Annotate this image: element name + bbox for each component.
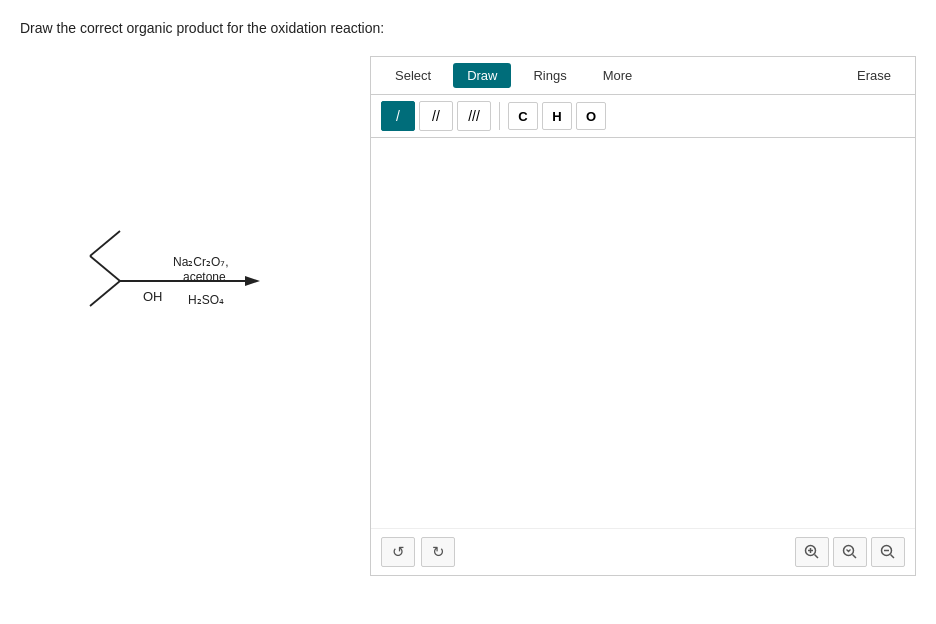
svg-line-7: [815, 555, 819, 559]
draw-tab[interactable]: Draw: [453, 63, 511, 88]
triple-bond-btn[interactable]: ///: [457, 101, 491, 131]
rings-tab[interactable]: Rings: [519, 63, 580, 88]
zoom-in-button[interactable]: [795, 537, 829, 567]
bottom-left-tools: ↺ ↻: [381, 537, 455, 567]
zoom-out-button[interactable]: [871, 537, 905, 567]
carbon-atom-btn[interactable]: C: [508, 102, 538, 130]
zoom-reset-icon: [842, 544, 858, 560]
bond-separator: [499, 102, 500, 130]
svg-point-10: [844, 546, 854, 556]
svg-line-2: [90, 231, 120, 256]
bottom-right-tools: [795, 537, 905, 567]
main-layout: OH Na₂Cr₂O₇, acetone H₂SO₄ Select Draw R…: [20, 56, 916, 576]
reagent-2: acetone: [183, 270, 226, 284]
erase-tab[interactable]: Erase: [843, 63, 905, 88]
more-tab[interactable]: More: [589, 63, 647, 88]
molecule-area: OH Na₂Cr₂O₇, acetone H₂SO₄: [20, 116, 360, 376]
zoom-in-icon: [804, 544, 820, 560]
drawing-panel: Select Draw Rings More Erase / // /// C …: [370, 56, 916, 576]
svg-marker-5: [245, 276, 260, 286]
reagent-3: H₂SO₄: [188, 293, 224, 307]
svg-line-0: [90, 281, 120, 306]
question-text: Draw the correct organic product for the…: [20, 20, 916, 36]
hydrogen-atom-btn[interactable]: H: [542, 102, 572, 130]
bond-tools: / // /// C H O: [371, 95, 915, 138]
select-tab[interactable]: Select: [381, 63, 445, 88]
canvas-area[interactable]: [371, 138, 915, 528]
svg-line-1: [90, 256, 120, 281]
double-bond-btn[interactable]: //: [419, 101, 453, 131]
redo-button[interactable]: ↻: [421, 537, 455, 567]
molecule-svg: OH Na₂Cr₂O₇, acetone H₂SO₄: [35, 136, 335, 356]
reagent-1: Na₂Cr₂O₇,: [173, 255, 229, 269]
svg-line-11: [853, 555, 857, 559]
toolbar: Select Draw Rings More Erase: [371, 57, 915, 95]
zoom-reset-button[interactable]: [833, 537, 867, 567]
oxygen-atom-btn[interactable]: O: [576, 102, 606, 130]
svg-line-13: [891, 555, 895, 559]
undo-button[interactable]: ↺: [381, 537, 415, 567]
single-bond-btn[interactable]: /: [381, 101, 415, 131]
oh-label: OH: [143, 289, 163, 304]
zoom-out-icon: [880, 544, 896, 560]
bottom-toolbar: ↺ ↻: [371, 528, 915, 575]
